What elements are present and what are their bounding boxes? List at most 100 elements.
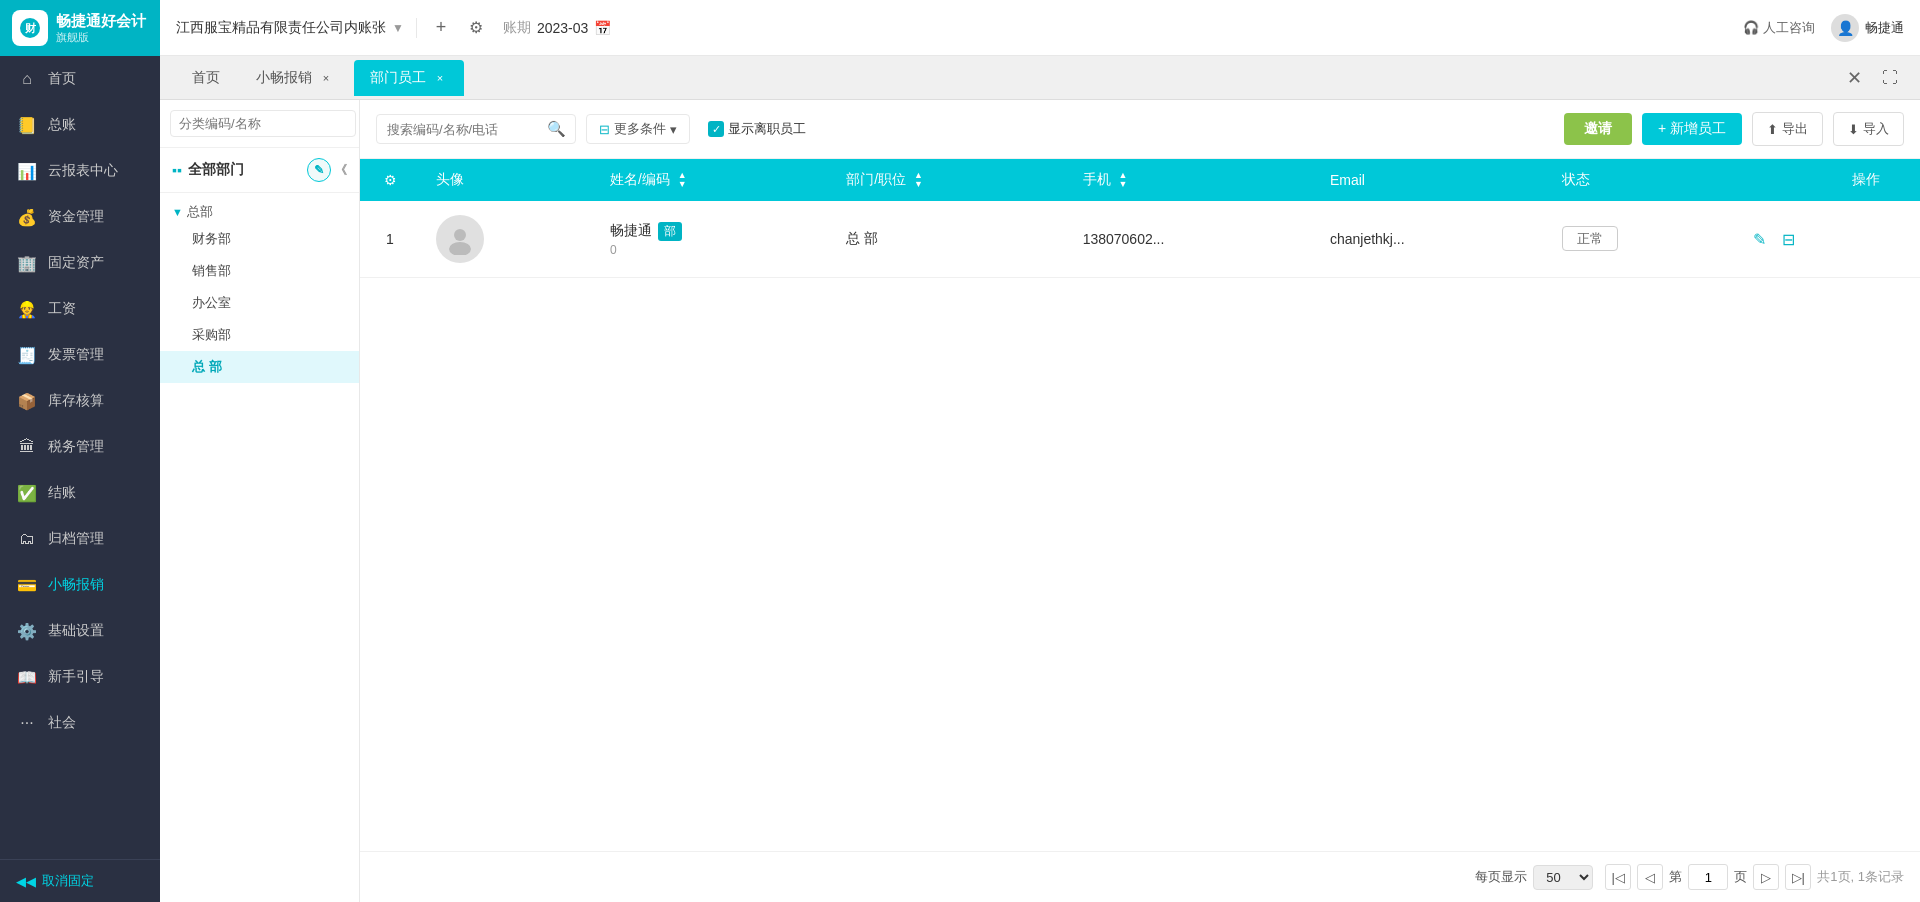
sidebar-item-salary[interactable]: 👷 工资: [0, 286, 160, 332]
period-label: 账期: [503, 19, 531, 37]
expense-icon: 💳: [16, 574, 38, 596]
sidebar-item-label-reports: 云报表中心: [48, 162, 118, 180]
filter-button[interactable]: ⊟ 更多条件 ▾: [586, 114, 690, 144]
sidebar-item-label-tax: 税务管理: [48, 438, 104, 456]
dept-item-general[interactable]: 总 部: [160, 351, 359, 383]
page-size-selector: 每页显示 10 20 50 100: [1475, 865, 1593, 890]
sidebar-item-label-inventory: 库存核算: [48, 392, 104, 410]
col-phone[interactable]: 手机 ▲▼: [1067, 159, 1314, 201]
tab-expense[interactable]: 小畅报销 ×: [240, 60, 350, 96]
all-dept-header[interactable]: ▪▪ 全部部门 ✎ 《: [160, 148, 359, 193]
logo-text-block: 畅捷通好会计 旗舰版: [56, 12, 146, 45]
calendar-icon[interactable]: 📅: [594, 20, 611, 36]
sidebar-item-tax[interactable]: 🏛 税务管理: [0, 424, 160, 470]
employee-search-input[interactable]: [387, 122, 547, 137]
ledger-icon: 📒: [16, 114, 38, 136]
reports-icon: 📊: [16, 160, 38, 182]
employee-search-icon[interactable]: 🔍: [547, 120, 566, 138]
tab-employees[interactable]: 部门员工 ×: [354, 60, 464, 96]
invite-button[interactable]: 邀请: [1564, 113, 1632, 145]
page-number-input[interactable]: [1688, 864, 1728, 890]
col-email: Email: [1314, 159, 1546, 201]
show-resigned-checkbox[interactable]: ✓ 显示离职员工: [708, 120, 806, 138]
page-size-label: 每页显示: [1475, 868, 1527, 886]
add-employee-button[interactable]: + 新增员工: [1642, 113, 1742, 145]
filter-icon: ⊟: [599, 122, 610, 137]
user-name: 畅捷通: [1865, 19, 1904, 37]
col-settings[interactable]: ⚙: [360, 159, 420, 201]
col-dept-position[interactable]: 部门/职位 ▲▼: [830, 159, 1066, 201]
delete-button[interactable]: ⊟: [1782, 230, 1795, 249]
sidebar-item-invoice[interactable]: 🧾 发票管理: [0, 332, 160, 378]
sidebar-item-label-invoice: 发票管理: [48, 346, 104, 364]
sidebar-item-reports[interactable]: 📊 云报表中心: [0, 148, 160, 194]
sidebar-item-checkout[interactable]: ✅ 结账: [0, 470, 160, 516]
company-dropdown-icon: ▼: [392, 21, 404, 35]
status-badge: 正常: [1562, 226, 1618, 251]
user-menu[interactable]: 👤 畅捷通: [1831, 14, 1904, 42]
dept-item-finance[interactable]: 财务部: [160, 223, 359, 255]
tab-home-label: 首页: [192, 69, 220, 87]
sidebar-item-more[interactable]: ··· 社会: [0, 700, 160, 746]
sidebar-item-label-guide: 新手引导: [48, 668, 104, 686]
svg-text:财: 财: [24, 22, 37, 34]
tab-expense-close[interactable]: ×: [318, 70, 334, 86]
dept-item-office[interactable]: 办公室: [160, 287, 359, 319]
dept-collapse-icon[interactable]: 《: [335, 162, 347, 179]
dept-search-box: 🔍: [160, 100, 359, 148]
dept-item-sales[interactable]: 销售部: [160, 255, 359, 287]
sidebar-item-settings[interactable]: ⚙️ 基础设置: [0, 608, 160, 654]
sidebar-logo[interactable]: 财 畅捷通好会计 旗舰版: [0, 0, 160, 56]
toolbar-right: 邀请 + 新增员工 ⬆ 导出 ⬇ 导入: [1564, 112, 1904, 146]
sidebar-item-home[interactable]: ⌂ 首页: [0, 56, 160, 102]
topbar-settings-button[interactable]: ⚙: [461, 13, 491, 43]
export-button[interactable]: ⬆ 导出: [1752, 112, 1823, 146]
first-page-button[interactable]: |◁: [1605, 864, 1631, 890]
sidebar-item-guide[interactable]: 📖 新手引导: [0, 654, 160, 700]
col-name-code[interactable]: 姓名/编码 ▲▼: [594, 159, 830, 201]
cell-status: 正常: [1546, 201, 1737, 278]
support-label: 人工咨询: [1763, 19, 1815, 37]
sidebar-item-ledger[interactable]: 📒 总账: [0, 102, 160, 148]
sidebar-item-archive[interactable]: 🗂 归档管理: [0, 516, 160, 562]
dept-tree: ▼ 总部 财务部 销售部 办公室 采购部 总 部: [160, 193, 359, 902]
sidebar-item-inventory[interactable]: 📦 库存核算: [0, 378, 160, 424]
sidebar-unpin-button[interactable]: ◀◀ 取消固定: [0, 859, 160, 902]
export-icon: ⬆: [1767, 122, 1778, 137]
tab-home[interactable]: 首页: [176, 60, 236, 96]
dept-edit-button[interactable]: ✎: [307, 158, 331, 182]
svg-point-3: [449, 242, 471, 255]
employee-toolbar: 🔍 ⊟ 更多条件 ▾ ✓ 显示离职员工 邀请 + 新增员工: [360, 100, 1920, 159]
page-content: 🔍 ▪▪ 全部部门 ✎ 《 ▼ 总部 财务部 销售部 办公室 采购部 总 部: [160, 100, 1920, 902]
col-avatar: 头像: [420, 159, 594, 201]
name-row: 畅捷通 部: [610, 222, 814, 241]
company-selector[interactable]: 江西服宝精品有限责任公司内账张 ▼: [176, 19, 404, 37]
inventory-icon: 📦: [16, 390, 38, 412]
prev-page-button[interactable]: ◁: [1637, 864, 1663, 890]
support-button[interactable]: 🎧 人工咨询: [1743, 19, 1815, 37]
last-page-button[interactable]: ▷|: [1785, 864, 1811, 890]
sort-name-icon: ▲▼: [678, 171, 687, 189]
dept-search-input[interactable]: [170, 110, 356, 137]
import-button[interactable]: ⬇ 导入: [1833, 112, 1904, 146]
page-size-select[interactable]: 10 20 50 100: [1533, 865, 1593, 890]
next-page-button[interactable]: ▷: [1753, 864, 1779, 890]
cell-index: 1: [360, 201, 420, 278]
sidebar-item-expense[interactable]: 💳 小畅报销: [0, 562, 160, 608]
page-label: 第: [1669, 868, 1682, 886]
tabbar-expand-button[interactable]: ⛶: [1876, 64, 1904, 92]
topbar-right: 🎧 人工咨询 👤 畅捷通: [1743, 14, 1904, 42]
sidebar-item-fund[interactable]: 💰 资金管理: [0, 194, 160, 240]
sidebar-item-label-checkout: 结账: [48, 484, 76, 502]
add-tab-button[interactable]: +: [429, 16, 453, 40]
sidebar-item-label-settings: 基础设置: [48, 622, 104, 640]
edit-button[interactable]: ✎: [1753, 230, 1766, 249]
dept-item-procurement[interactable]: 采购部: [160, 319, 359, 351]
tabbar-close-button[interactable]: ✕: [1840, 64, 1868, 92]
sidebar-item-assets[interactable]: 🏢 固定资产: [0, 240, 160, 286]
sidebar-item-label-assets: 固定资产: [48, 254, 104, 272]
dept-group-zongbu[interactable]: ▼ 总部: [160, 197, 359, 223]
sidebar-unpin-label: 取消固定: [42, 872, 94, 890]
fund-icon: 💰: [16, 206, 38, 228]
tab-employees-close[interactable]: ×: [432, 70, 448, 86]
